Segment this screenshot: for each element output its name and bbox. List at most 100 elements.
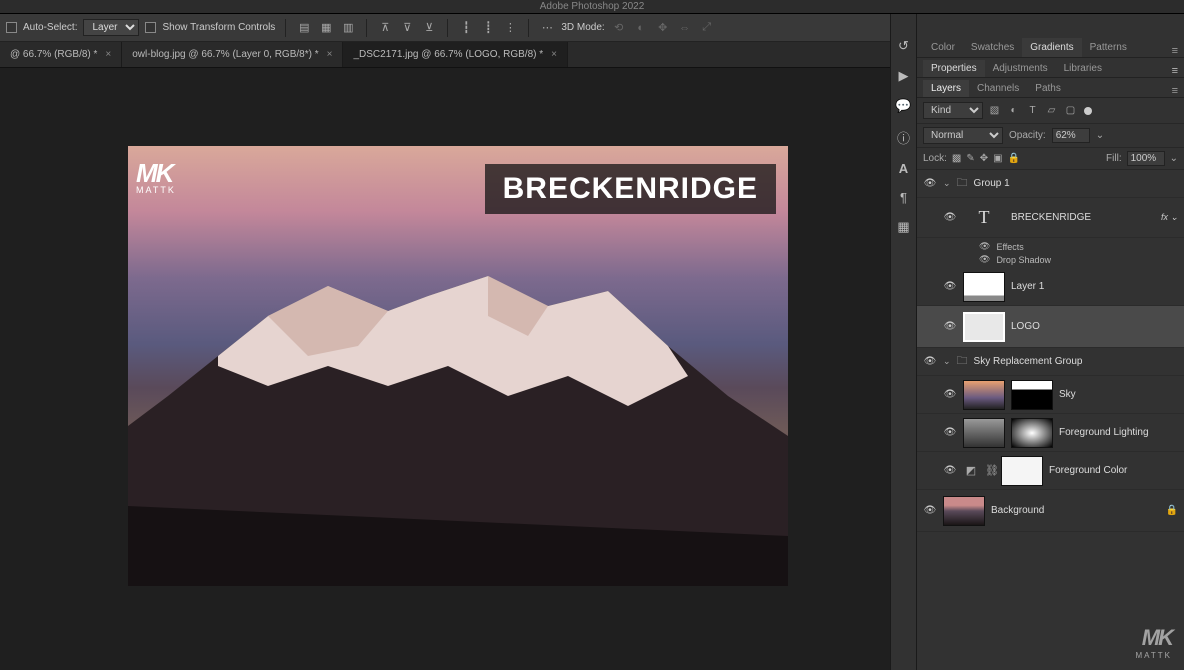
- tab-libraries[interactable]: Libraries: [1056, 60, 1110, 77]
- align-top-icon[interactable]: ⊼: [377, 20, 393, 36]
- tab-channels[interactable]: Channels: [969, 80, 1027, 97]
- layer-name: Foreground Color: [1049, 465, 1127, 476]
- filter-smart-icon[interactable]: ▢: [1063, 103, 1078, 118]
- visibility-toggle[interactable]: 👁: [943, 427, 957, 438]
- tab-label: _DSC2171.jpg @ 66.7% (LOGO, RGB/8) *: [353, 49, 543, 60]
- filter-toggle[interactable]: [1084, 107, 1092, 115]
- auto-select-dropdown[interactable]: Layer: [83, 19, 139, 36]
- tab-label: owl-blog.jpg @ 66.7% (Layer 0, RGB/8*) *: [132, 49, 318, 60]
- info-icon[interactable]: ⓘ: [897, 128, 910, 147]
- opacity-chevron-icon[interactable]: ⌄: [1096, 130, 1104, 141]
- visibility-toggle[interactable]: 👁: [943, 321, 957, 332]
- filter-kind-dropdown[interactable]: Kind: [923, 102, 983, 119]
- filter-adjust-icon[interactable]: ◐: [1006, 103, 1021, 118]
- layer-layer1[interactable]: 👁 Layer 1: [917, 268, 1184, 306]
- panel-menu-icon[interactable]: ≡: [1172, 45, 1178, 57]
- collapse-icon[interactable]: ⌄: [943, 356, 951, 367]
- close-tab-icon[interactable]: ×: [105, 49, 111, 60]
- panel-menu-icon[interactable]: ≡: [1172, 85, 1178, 97]
- align-left-icon[interactable]: ▤: [296, 20, 312, 36]
- lock-position-icon[interactable]: ✥: [980, 153, 988, 164]
- tab-color[interactable]: Color: [923, 38, 963, 57]
- visibility-toggle[interactable]: 👁: [979, 254, 990, 265]
- auto-select-checkbox[interactable]: [6, 22, 17, 33]
- tab-gradients[interactable]: Gradients: [1022, 38, 1081, 57]
- document-tab[interactable]: owl-blog.jpg @ 66.7% (Layer 0, RGB/8*) *…: [122, 42, 343, 67]
- canvas-logo: MK MATTK: [136, 158, 176, 195]
- close-tab-icon[interactable]: ×: [327, 49, 333, 60]
- panel-menu-icon[interactable]: ≡: [1172, 65, 1178, 77]
- fill-chevron-icon[interactable]: ⌄: [1170, 153, 1178, 164]
- layer-sky[interactable]: 👁 Sky: [917, 376, 1184, 414]
- layers-panel-tabs: Layers Channels Paths ≡: [917, 78, 1184, 98]
- lock-all-icon[interactable]: 🔒: [1008, 153, 1020, 164]
- text-layer-thumb: T: [963, 203, 1005, 233]
- lock-label: Lock:: [923, 153, 947, 164]
- visibility-toggle[interactable]: 👁: [923, 178, 937, 189]
- opacity-input[interactable]: [1052, 128, 1090, 143]
- layer-sky-group[interactable]: 👁 ⌄ 🗀 Sky Replacement Group: [917, 348, 1184, 376]
- document-tab-active[interactable]: _DSC2171.jpg @ 66.7% (LOGO, RGB/8) * ×: [343, 42, 568, 67]
- layer-group1[interactable]: 👁 ⌄ 🗀 Group 1: [917, 170, 1184, 198]
- tab-swatches[interactable]: Swatches: [963, 38, 1022, 57]
- layer-text-breckenridge[interactable]: 👁 T BRECKENRIDGE fx ⌄: [917, 198, 1184, 238]
- layer-fg-lighting[interactable]: 👁 Foreground Lighting: [917, 414, 1184, 452]
- align-right-icon[interactable]: ▥: [340, 20, 356, 36]
- lock-transparency-icon[interactable]: ▩: [952, 153, 961, 164]
- layer-fg-color[interactable]: 👁 ◩ ⛓ Foreground Color: [917, 452, 1184, 490]
- history-icon[interactable]: ↺: [898, 38, 909, 54]
- character-icon[interactable]: A: [899, 161, 908, 176]
- folder-icon: 🗀: [957, 352, 968, 371]
- tab-layers[interactable]: Layers: [923, 80, 969, 97]
- tab-adjustments[interactable]: Adjustments: [985, 60, 1056, 77]
- tab-patterns[interactable]: Patterns: [1082, 38, 1135, 57]
- layer-name: Background: [991, 505, 1044, 516]
- visibility-toggle[interactable]: 👁: [923, 505, 937, 516]
- fx-badge[interactable]: fx ⌄: [1161, 212, 1178, 223]
- show-transform-checkbox[interactable]: [145, 22, 156, 33]
- document-tab[interactable]: @ 66.7% (RGB/8) *×: [0, 42, 122, 67]
- lock-icon[interactable]: 🔒: [1166, 505, 1178, 516]
- distribute-v-icon[interactable]: ┋: [480, 20, 496, 36]
- fill-label: Fill:: [1106, 153, 1122, 164]
- layer-name: Sky: [1059, 389, 1076, 400]
- layer-mask-thumb: [1011, 380, 1053, 410]
- visibility-toggle[interactable]: 👁: [943, 389, 957, 400]
- tab-paths[interactable]: Paths: [1027, 80, 1069, 97]
- filter-pixel-icon[interactable]: ▧: [987, 103, 1002, 118]
- visibility-toggle[interactable]: 👁: [923, 356, 937, 367]
- lock-pixels-icon[interactable]: ✎: [966, 153, 974, 164]
- distribute-h-icon[interactable]: ┇: [458, 20, 474, 36]
- fill-input[interactable]: [1127, 151, 1165, 166]
- layer-thumb: [963, 380, 1005, 410]
- layer-logo[interactable]: 👁 LOGO: [917, 306, 1184, 348]
- tab-properties[interactable]: Properties: [923, 60, 985, 77]
- layer-name: LOGO: [1011, 321, 1040, 332]
- 3d-zoom-icon: ⤢: [699, 20, 715, 36]
- align-center-icon[interactable]: ▦: [318, 20, 334, 36]
- comment-icon[interactable]: 💬: [895, 98, 911, 114]
- 3d-slide-icon: ⇔: [677, 20, 693, 36]
- visibility-toggle[interactable]: 👁: [943, 212, 957, 223]
- align-middle-icon[interactable]: ⊽: [399, 20, 415, 36]
- layer-thumb: [943, 496, 985, 526]
- filter-type-icon[interactable]: T: [1025, 103, 1040, 118]
- 3d-pan-icon: ✥: [655, 20, 671, 36]
- align-bottom-icon[interactable]: ⊻: [421, 20, 437, 36]
- layer-background[interactable]: 👁 Background 🔒: [917, 490, 1184, 532]
- more-icon[interactable]: ⋯: [539, 20, 555, 36]
- filter-shape-icon[interactable]: ▱: [1044, 103, 1059, 118]
- visibility-toggle[interactable]: 👁: [979, 241, 990, 252]
- close-tab-icon[interactable]: ×: [551, 49, 557, 60]
- play-icon[interactable]: ▶: [899, 68, 909, 84]
- swatch-icon[interactable]: ▦: [897, 219, 909, 235]
- distribute-icon[interactable]: ⋮: [502, 20, 518, 36]
- paragraph-icon[interactable]: ¶: [900, 190, 907, 205]
- lock-artboard-icon[interactable]: ▣: [993, 153, 1002, 164]
- collapse-icon[interactable]: ⌄: [943, 178, 951, 189]
- blend-mode-dropdown[interactable]: Normal: [923, 127, 1003, 144]
- visibility-toggle[interactable]: 👁: [943, 465, 957, 476]
- layer-effects: 👁Effects 👁Drop Shadow: [917, 238, 1184, 268]
- document-canvas[interactable]: MK MATTK BRECKENRIDGE: [128, 146, 788, 586]
- visibility-toggle[interactable]: 👁: [943, 281, 957, 292]
